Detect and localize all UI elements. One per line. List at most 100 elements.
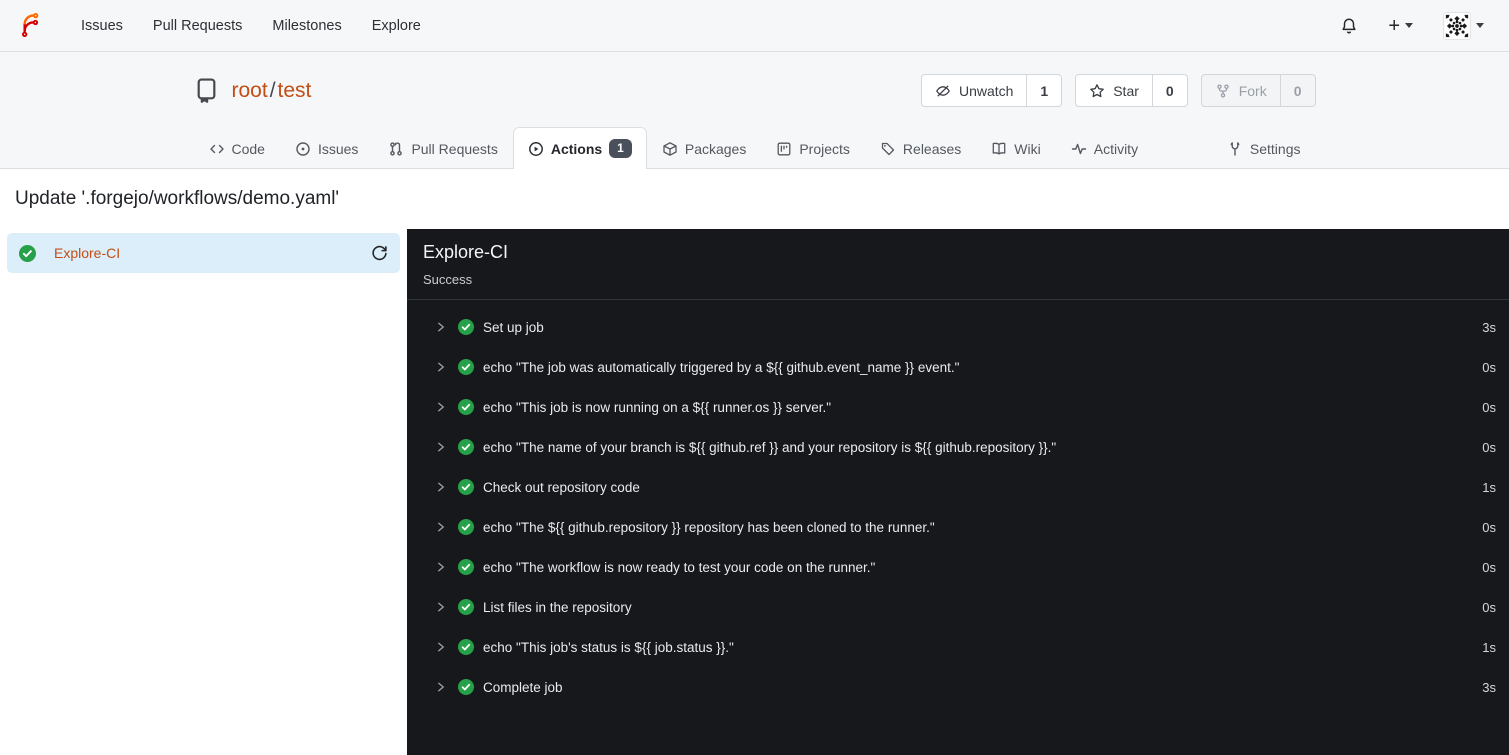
step-label: Set up job: [483, 319, 544, 335]
sidebar-job-explore-ci[interactable]: Explore-CI: [7, 233, 400, 273]
step-label: echo "The name of your branch is ${{ git…: [483, 439, 1057, 455]
chevron-right-icon[interactable]: [435, 641, 447, 653]
tab-label: Code: [231, 140, 265, 157]
chevron-right-icon[interactable]: [435, 681, 447, 693]
repo-tabs: Code Issues Pull Requests Actions 1 Pack…: [194, 125, 1316, 169]
tab-releases[interactable]: Releases: [865, 127, 976, 169]
chevron-right-icon[interactable]: [435, 601, 447, 613]
unwatch-label: Unwatch: [958, 82, 1014, 99]
repo-breadcrumb: root/test: [194, 78, 312, 103]
activity-icon: [1071, 143, 1086, 154]
step-row[interactable]: echo "The workflow is now ready to test …: [407, 547, 1509, 587]
tab-label: Projects: [799, 140, 850, 157]
tab-label: Activity: [1093, 140, 1139, 157]
issues-icon: [296, 141, 310, 156]
step-row[interactable]: echo "The ${{ github.repository }} repos…: [407, 507, 1509, 547]
success-icon: [458, 479, 474, 495]
stars-count[interactable]: 0: [1151, 75, 1187, 106]
star-button[interactable]: Star: [1076, 75, 1152, 106]
success-icon: [458, 559, 474, 575]
step-duration: 1s: [1482, 479, 1496, 495]
step-duration: 0s: [1482, 599, 1496, 615]
success-icon: [458, 399, 474, 415]
repo-separator: /: [269, 78, 276, 102]
run-log-panel: Explore-CI Success Set up job 3s echo "T…: [407, 229, 1509, 755]
repo-icon: [194, 78, 219, 103]
tab-label: Packages: [684, 140, 747, 157]
step-label: List files in the repository: [483, 599, 632, 615]
success-icon: [458, 639, 474, 655]
tab-activity[interactable]: Activity: [1056, 127, 1153, 169]
projects-icon: [777, 142, 791, 155]
nav-pull-requests[interactable]: Pull Requests: [138, 0, 257, 52]
tab-packages[interactable]: Packages: [647, 127, 761, 169]
step-row[interactable]: echo "This job's status is ${{ job.statu…: [407, 627, 1509, 667]
chevron-right-icon[interactable]: [435, 481, 447, 493]
repo-header-section: root/test Unwatch 1 Star 0 Fork 0 Code I…: [0, 52, 1509, 169]
nav-milestones[interactable]: Milestones: [257, 0, 356, 52]
chevron-right-icon[interactable]: [435, 361, 447, 373]
step-label: Check out repository code: [483, 479, 640, 495]
avatar: [1443, 11, 1471, 40]
tab-label: Settings: [1249, 140, 1301, 157]
run-view-columns: Explore-CI Explore-CI Success Set up job…: [0, 229, 1509, 755]
forgejo-logo-icon[interactable]: [17, 12, 44, 39]
step-row[interactable]: Complete job 3s: [407, 667, 1509, 707]
repo-name-link[interactable]: test: [278, 79, 312, 102]
actions-icon: [528, 141, 543, 156]
notifications-bell-icon[interactable]: [1332, 13, 1366, 39]
step-duration: 3s: [1482, 319, 1496, 335]
top-navbar: Issues Pull Requests Milestones Explore …: [0, 0, 1509, 52]
success-icon: [458, 519, 474, 535]
tab-label: Releases: [902, 140, 962, 157]
jobs-sidebar: Explore-CI: [0, 229, 407, 755]
run-job-title: Explore-CI: [423, 242, 509, 262]
releases-icon: [881, 142, 895, 155]
code-icon: [209, 144, 224, 153]
tab-label: Wiki: [1014, 140, 1041, 157]
step-row[interactable]: echo "This job is now running on a ${{ r…: [407, 387, 1509, 427]
plus-icon: +: [1388, 14, 1400, 37]
pull-requests-icon: [390, 141, 403, 156]
watchers-count[interactable]: 1: [1026, 75, 1061, 106]
tab-actions[interactable]: Actions 1: [512, 127, 647, 169]
navbar-right: +: [1332, 8, 1492, 44]
step-row[interactable]: echo "The name of your branch is ${{ git…: [407, 427, 1509, 467]
chevron-right-icon[interactable]: [435, 401, 447, 413]
refresh-icon[interactable]: [371, 245, 388, 262]
tab-label: Pull Requests: [411, 140, 498, 157]
step-label: echo "The ${{ github.repository }} repos…: [483, 519, 935, 535]
chevron-right-icon[interactable]: [435, 561, 447, 573]
chevron-right-icon[interactable]: [435, 321, 447, 333]
chevron-down-icon: [1476, 23, 1484, 28]
step-row[interactable]: echo "The job was automatically triggere…: [407, 347, 1509, 387]
step-label: echo "The job was automatically triggere…: [483, 359, 960, 375]
step-label: Complete job: [483, 679, 563, 695]
tab-code[interactable]: Code: [194, 127, 280, 169]
success-icon: [458, 319, 474, 335]
job-name: Explore-CI: [54, 245, 121, 261]
step-row[interactable]: Check out repository code 1s: [407, 467, 1509, 507]
step-duration: 1s: [1482, 639, 1496, 655]
chevron-right-icon[interactable]: [435, 521, 447, 533]
nav-explore[interactable]: Explore: [357, 0, 436, 52]
step-label: echo "The workflow is now ready to test …: [483, 559, 876, 575]
repo-owner-link[interactable]: root: [232, 79, 268, 102]
step-row[interactable]: Set up job 3s: [407, 307, 1509, 347]
fork-button: Fork: [1202, 75, 1280, 106]
user-menu-dropdown[interactable]: [1435, 8, 1492, 44]
tab-settings[interactable]: Settings: [1212, 127, 1316, 169]
tab-pull-requests[interactable]: Pull Requests: [373, 127, 512, 169]
step-row[interactable]: List files in the repository 0s: [407, 587, 1509, 627]
packages-icon: [663, 141, 677, 156]
tab-wiki[interactable]: Wiki: [976, 127, 1055, 169]
nav-issues[interactable]: Issues: [66, 0, 138, 52]
tab-issues[interactable]: Issues: [280, 127, 373, 169]
actions-count-badge: 1: [609, 139, 632, 158]
repo-action-buttons: Unwatch 1 Star 0 Fork 0: [920, 74, 1316, 107]
create-new-dropdown[interactable]: +: [1380, 12, 1421, 40]
unwatch-button[interactable]: Unwatch: [922, 75, 1026, 106]
chevron-right-icon[interactable]: [435, 441, 447, 453]
tab-projects[interactable]: Projects: [761, 127, 865, 169]
success-icon: [458, 439, 474, 455]
